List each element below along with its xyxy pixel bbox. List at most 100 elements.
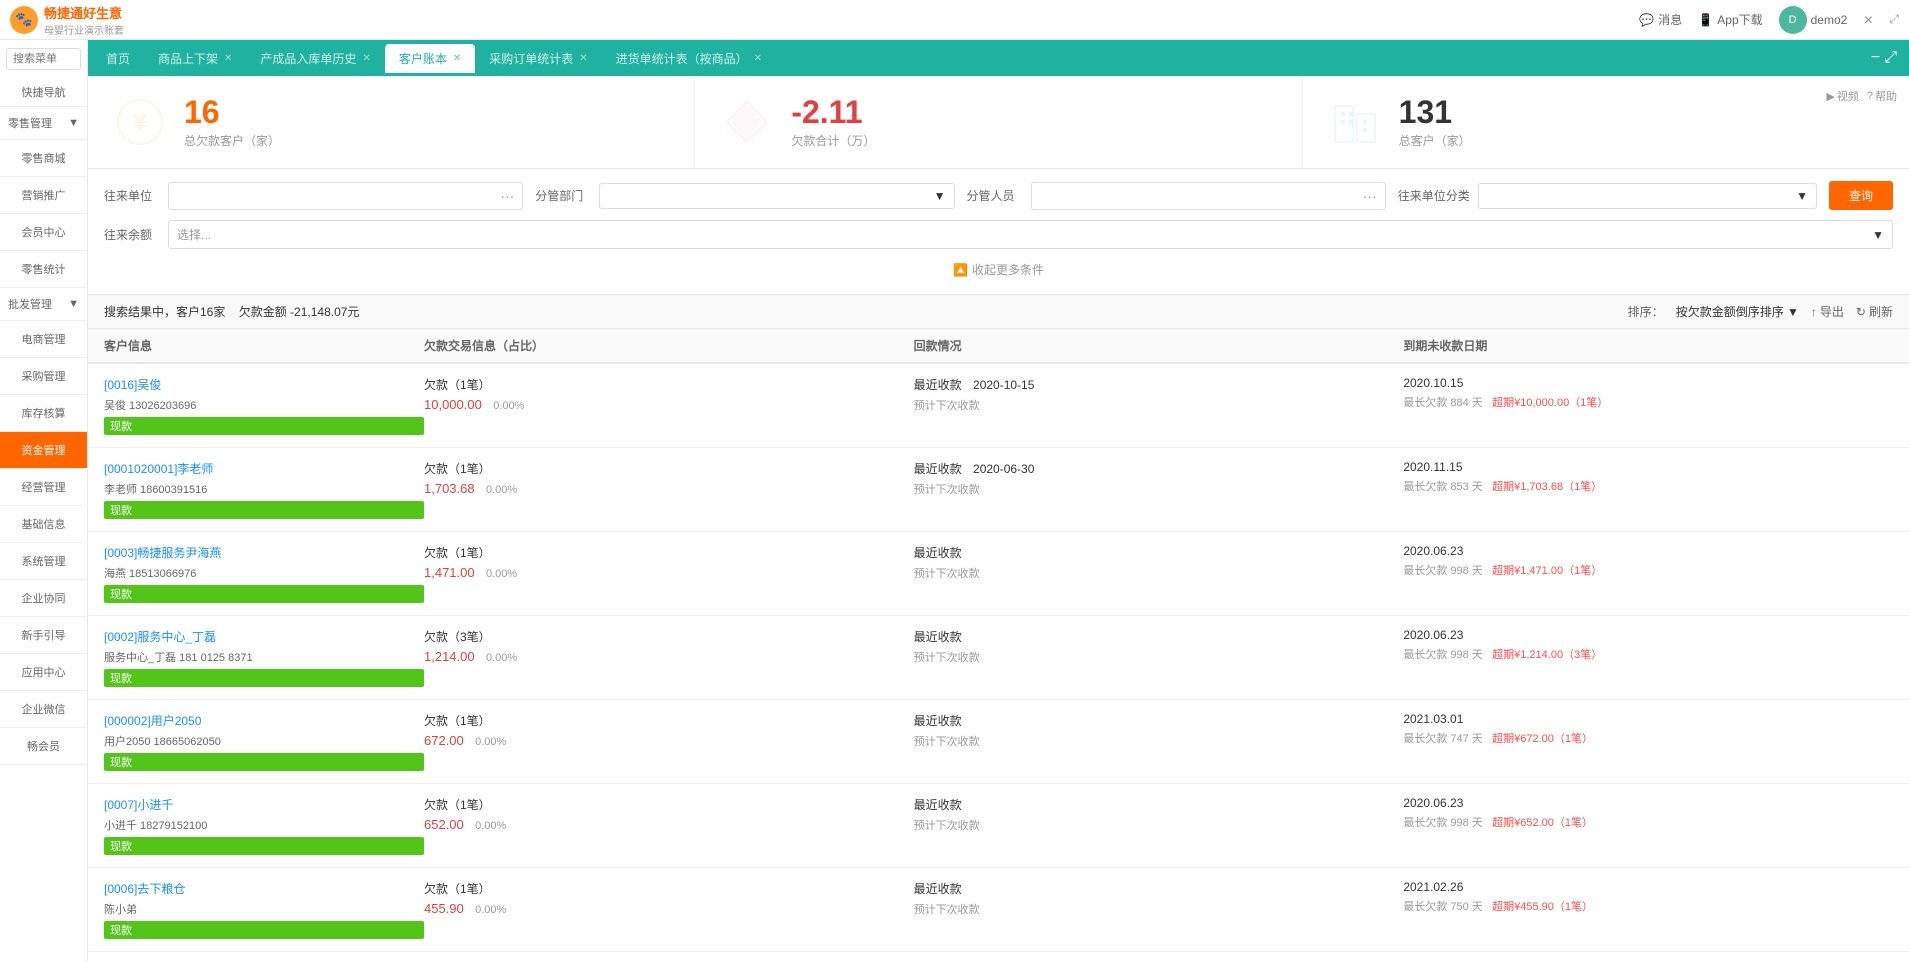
customer-name-3[interactable]: [0002]服务中心_丁磊 [104,628,424,645]
overdue-amount-5[interactable]: 超期¥652.00（1笔） [1492,817,1593,829]
debt-count-4: 欠款（1笔） [424,712,914,729]
due-date-3: 2020.06.23 [1403,628,1893,642]
quick-nav-label: 快捷导航 [8,84,79,100]
customer-name-1[interactable]: [0001020001]李老师 [104,460,424,477]
customer-name-6[interactable]: [0006]去下粮仓 [104,880,424,897]
tab-customer-account-label: 客户账本 [399,50,447,67]
sidebar-item-retail-stats[interactable]: 零售统计 [0,251,87,288]
sidebar-item-finance[interactable]: 资金管理 [0,432,87,469]
customer-name-0[interactable]: [0016]吴俊 [104,376,424,393]
customer-name-4[interactable]: [000002]用户2050 [104,712,424,729]
help-btn[interactable]: ? 帮助 [1867,88,1897,104]
window-maximize-btn[interactable]: ⤢ [1889,12,1899,27]
overdue-amount-3[interactable]: 超期¥1,214.00（3笔） [1492,649,1602,661]
next-payment-0: 预计下次收款 [914,397,1404,413]
overdue-amount-4[interactable]: 超期¥672.00（1笔） [1492,733,1593,745]
tab-purchase-order[interactable]: 采购订单统计表 ✕ [475,44,601,73]
sidebar-item-system[interactable]: 系统管理 [0,543,87,580]
tab-instock-stat-label: 进货单统计表（按商品） [616,50,748,67]
customer-name-5[interactable]: [0007]小进千 [104,796,424,813]
search-input[interactable] [6,48,81,70]
overdue-amount-2[interactable]: 超期¥1,471.00（1笔） [1492,565,1602,577]
due-date-0: 2020.10.15 [1403,376,1893,390]
debt-count-5: 欠款（1笔） [424,796,914,813]
debt-info-4: 欠款（1笔） 672.00 0.00% [424,712,914,748]
sidebar-item-marketing[interactable]: 营销推广 [0,177,87,214]
sidebar-item-retail-mgmt[interactable]: 零售管理 ▼ [0,107,87,140]
debt-amount-row-5: 652.00 0.00% [424,817,914,832]
tab-purchase-order-close[interactable]: ✕ [579,53,587,64]
stat-icon-building [1327,94,1383,150]
tab-home[interactable]: 首页 [92,44,144,73]
collapse-more-btn[interactable]: 🔼 收起更多条件 [104,257,1893,282]
app-download-btn[interactable]: 📱 App下载 [1698,11,1762,28]
sidebar-item-operations[interactable]: 经营管理 [0,469,87,506]
overdue-amount-0[interactable]: 超期¥10,000.00（1笔） [1492,397,1608,409]
filter-select-dept[interactable]: ▼ [599,183,954,209]
sidebar-item-basic-info[interactable]: 基础信息 [0,506,87,543]
sidebar-item-new-guide[interactable]: 新手引导 [0,617,87,654]
overdue-amount-1[interactable]: 超期¥1,703.68（1笔） [1492,481,1602,493]
sort-select[interactable]: 按欠款金额倒序排序 ▼ [1676,303,1799,320]
sidebar-item-member-center[interactable]: 会员中心 [0,214,87,251]
search-button[interactable]: 查询 [1829,181,1893,210]
overdue-days-5: 最长欠款 998 天 [1403,817,1482,829]
message-btn[interactable]: 💬 消息 [1639,11,1682,28]
table-row: [000001]黄思源 黄思源 13552700226 现款 欠款（1笔） 42… [88,952,1909,961]
debt-info-5: 欠款（1笔） 652.00 0.00% [424,796,914,832]
refresh-btn[interactable]: ↻ 刷新 [1856,303,1893,320]
chevron-balance-icon: ▼ [1872,228,1884,242]
next-payment-6: 预计下次收款 [914,901,1404,917]
stat-card-total: 131 总客户（家） ▶ 视频 ? 帮助 [1303,76,1909,168]
tab-produce-instock-close[interactable]: ✕ [362,53,370,64]
tab-produce-instock-label: 产成品入库单历史 [260,50,356,67]
unit-input[interactable] [177,189,500,203]
sidebar: 快捷导航 零售管理 ▼ 零售商城 营销推广 会员中心 零售统计 批发管理 ▼ 电… [0,40,88,961]
retail-mgmt-label: 零售管理 [8,115,52,131]
filter-select-balance[interactable]: 选择... ▼ [168,220,1893,249]
sidebar-item-vip[interactable]: 畅会员 [0,728,87,765]
debt-amount-5: 652.00 [424,817,464,832]
sidebar-item-inventory[interactable]: 库存核算 [0,395,87,432]
sidebar-item-enterprise-collab[interactable]: 企业协同 [0,580,87,617]
tab-expand-btn[interactable]: ⤢ [1884,49,1897,67]
window-close-btn[interactable]: ✕ [1863,13,1873,27]
sidebar-item-quick-nav[interactable]: 快捷导航 [0,78,87,107]
filter-select-category[interactable]: ▼ [1478,183,1817,209]
stat-icon-money: ¥ [112,94,168,150]
filter-input-manager[interactable]: ··· [1031,182,1386,210]
customer-info-4: [000002]用户2050 用户2050 18665062050 现款 [104,712,424,771]
tab-product-offsale[interactable]: 商品上下架 ✕ [144,44,246,73]
tab-produce-instock[interactable]: 产成品入库单历史 ✕ [246,44,384,73]
filter-input-unit[interactable]: ··· [168,182,523,210]
tab-customer-account[interactable]: 客户账本 ✕ [385,44,475,73]
due-date-4: 2021.03.01 [1403,712,1893,726]
tab-product-offsale-close[interactable]: ✕ [224,53,232,64]
customer-tag-2: 现款 [104,585,424,603]
sidebar-item-retail-mall[interactable]: 零售商城 [0,140,87,177]
sidebar-item-ecommerce[interactable]: 电商管理 [0,321,87,358]
export-btn[interactable]: ↑ 导出 [1811,303,1844,320]
filter-row-1: 往来单位 ··· 分管部门 ▼ 分管人员 [104,181,1893,210]
customer-info-6: [0006]去下粮仓 陈小弟 现款 [104,880,424,939]
sidebar-item-purchase[interactable]: 采购管理 [0,358,87,395]
tab-instock-stat-close[interactable]: ✕ [754,53,762,64]
top-right-area: 💬 消息 📱 App下载 D demo2 ✕ ⤢ [1639,6,1899,34]
tab-instock-stat[interactable]: 进货单统计表（按商品） ✕ [602,44,776,73]
table-row: [0001020001]李老师 李老师 18600391516 现款 欠款（1笔… [88,448,1909,532]
filter-group-category: 往来单位分类 ▼ [1398,183,1817,209]
user-area[interactable]: D demo2 [1779,6,1848,34]
overdue-days-3: 最长欠款 998 天 [1403,649,1482,661]
sidebar-item-app-center[interactable]: 应用中心 [0,654,87,691]
video-btn[interactable]: ▶ 视频 [1826,88,1858,104]
customer-name-2[interactable]: [0003]畅捷服务尹海燕 [104,544,424,561]
manager-input[interactable] [1040,189,1363,203]
sidebar-item-enterprise-wechat[interactable]: 企业微信 [0,691,87,728]
sidebar-item-wholesale-mgmt[interactable]: 批发管理 ▼ [0,288,87,321]
overdue-row-3: 最长欠款 998 天 超期¥1,214.00（3笔） [1403,646,1893,662]
overdue-amount-6[interactable]: 超期¥455.90（1笔） [1492,901,1593,913]
customer-info-5: [0007]小进千 小进千 18279152100 现款 [104,796,424,855]
tab-customer-account-close[interactable]: ✕ [453,53,461,64]
tab-collapse-btn[interactable]: − [1871,49,1880,67]
table-area: 客户信息 欠款交易信息（占比） 回款情况 到期未收款日期 [0016]吴俊 吴俊… [88,329,1909,961]
